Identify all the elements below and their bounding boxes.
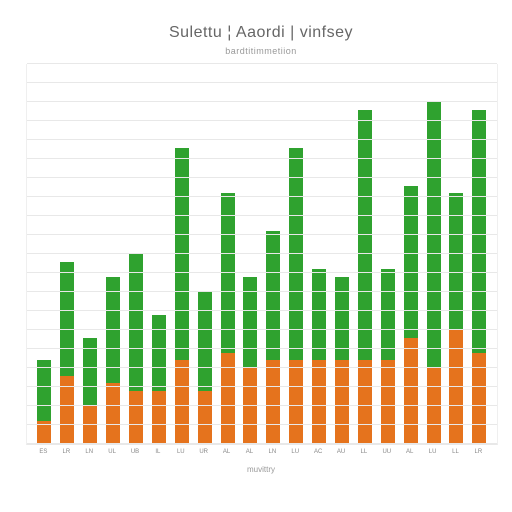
grid-line bbox=[27, 158, 497, 159]
bar-segment-top bbox=[472, 110, 486, 353]
x-axis: ES LR LN UL UB IL LU UR AL AL LN LU AC AU LL UU AL LU LL LR bbox=[26, 445, 496, 455]
x-tick: AL bbox=[220, 449, 234, 455]
x-tick: IL bbox=[151, 449, 165, 455]
grid-line bbox=[27, 424, 497, 425]
bar-segment-top bbox=[37, 360, 51, 421]
x-axis-label: muvittry bbox=[20, 465, 502, 474]
bar-segment-bottom bbox=[83, 406, 97, 444]
grid-line bbox=[27, 139, 497, 140]
bar-group bbox=[27, 64, 497, 444]
bar-segment-top bbox=[198, 292, 212, 391]
bar bbox=[129, 254, 143, 444]
chart-subtitle: bardtitimmetiion bbox=[20, 46, 502, 56]
grid-line bbox=[27, 63, 497, 64]
bar-segment-bottom bbox=[289, 360, 303, 444]
grid-line bbox=[27, 386, 497, 387]
grid-line bbox=[27, 101, 497, 102]
grid-line bbox=[27, 82, 497, 83]
x-tick: ES bbox=[36, 449, 50, 455]
bar-segment-top bbox=[358, 110, 372, 361]
bar-segment-top bbox=[381, 269, 395, 360]
bar bbox=[358, 110, 372, 444]
bar bbox=[335, 277, 349, 444]
x-tick: AC bbox=[311, 449, 325, 455]
bar-segment-bottom bbox=[312, 360, 326, 444]
x-tick: AL bbox=[242, 449, 256, 455]
bar-segment-top bbox=[404, 186, 418, 338]
bar-segment-top bbox=[266, 231, 280, 360]
x-tick: UB bbox=[128, 449, 142, 455]
x-tick: UU bbox=[380, 449, 394, 455]
grid-line bbox=[27, 443, 497, 444]
grid-line bbox=[27, 196, 497, 197]
bar-segment-bottom bbox=[266, 360, 280, 444]
bar bbox=[449, 193, 463, 444]
bar bbox=[106, 277, 120, 444]
bar-segment-bottom bbox=[106, 383, 120, 444]
bar-segment-bottom bbox=[404, 338, 418, 444]
grid-line bbox=[27, 234, 497, 235]
bar-segment-bottom bbox=[358, 360, 372, 444]
grid-line bbox=[27, 348, 497, 349]
x-tick: LU bbox=[426, 449, 440, 455]
grid-line bbox=[27, 215, 497, 216]
x-tick: LN bbox=[82, 449, 96, 455]
bar bbox=[427, 102, 441, 444]
x-tick: LU bbox=[288, 449, 302, 455]
bar-segment-bottom bbox=[427, 368, 441, 444]
bar bbox=[198, 292, 212, 444]
bar bbox=[175, 148, 189, 444]
bar-segment-bottom bbox=[243, 368, 257, 444]
grid-line bbox=[27, 329, 497, 330]
grid-line bbox=[27, 310, 497, 311]
bar-segment-bottom bbox=[335, 360, 349, 444]
x-tick: AU bbox=[334, 449, 348, 455]
bar bbox=[312, 269, 326, 444]
bar-segment-bottom bbox=[175, 360, 189, 444]
x-tick: UL bbox=[105, 449, 119, 455]
x-tick: UR bbox=[197, 449, 211, 455]
bar bbox=[381, 269, 395, 444]
bar-segment-bottom bbox=[152, 391, 166, 444]
x-tick: LR bbox=[59, 449, 73, 455]
x-tick: LR bbox=[471, 449, 485, 455]
bar bbox=[243, 277, 257, 444]
grid-line bbox=[27, 291, 497, 292]
bar bbox=[289, 148, 303, 444]
grid-line bbox=[27, 272, 497, 273]
chart-container: Sulettu ¦ Aaordi | vinfsey bardtitimmeti… bbox=[0, 0, 512, 512]
bar bbox=[266, 231, 280, 444]
bar-segment-bottom bbox=[198, 391, 212, 444]
bar-segment-bottom bbox=[381, 360, 395, 444]
chart-title: Sulettu ¦ Aaordi | vinfsey bbox=[20, 24, 502, 42]
grid-line bbox=[27, 120, 497, 121]
bar-segment-top bbox=[60, 262, 74, 376]
grid-line bbox=[27, 367, 497, 368]
x-tick: AL bbox=[403, 449, 417, 455]
bar bbox=[37, 360, 51, 444]
x-tick: LL bbox=[357, 449, 371, 455]
x-tick: LL bbox=[448, 449, 462, 455]
bar bbox=[221, 193, 235, 444]
x-tick: LU bbox=[174, 449, 188, 455]
plot-area bbox=[26, 64, 498, 445]
grid-line bbox=[27, 253, 497, 254]
bar-segment-top bbox=[129, 254, 143, 391]
bar bbox=[83, 338, 97, 444]
bar bbox=[60, 262, 74, 444]
bar-segment-bottom bbox=[129, 391, 143, 444]
bar bbox=[472, 110, 486, 444]
grid-line bbox=[27, 177, 497, 178]
bar-segment-top bbox=[312, 269, 326, 360]
bar-segment-top bbox=[152, 315, 166, 391]
x-tick: LN bbox=[265, 449, 279, 455]
grid-line bbox=[27, 405, 497, 406]
